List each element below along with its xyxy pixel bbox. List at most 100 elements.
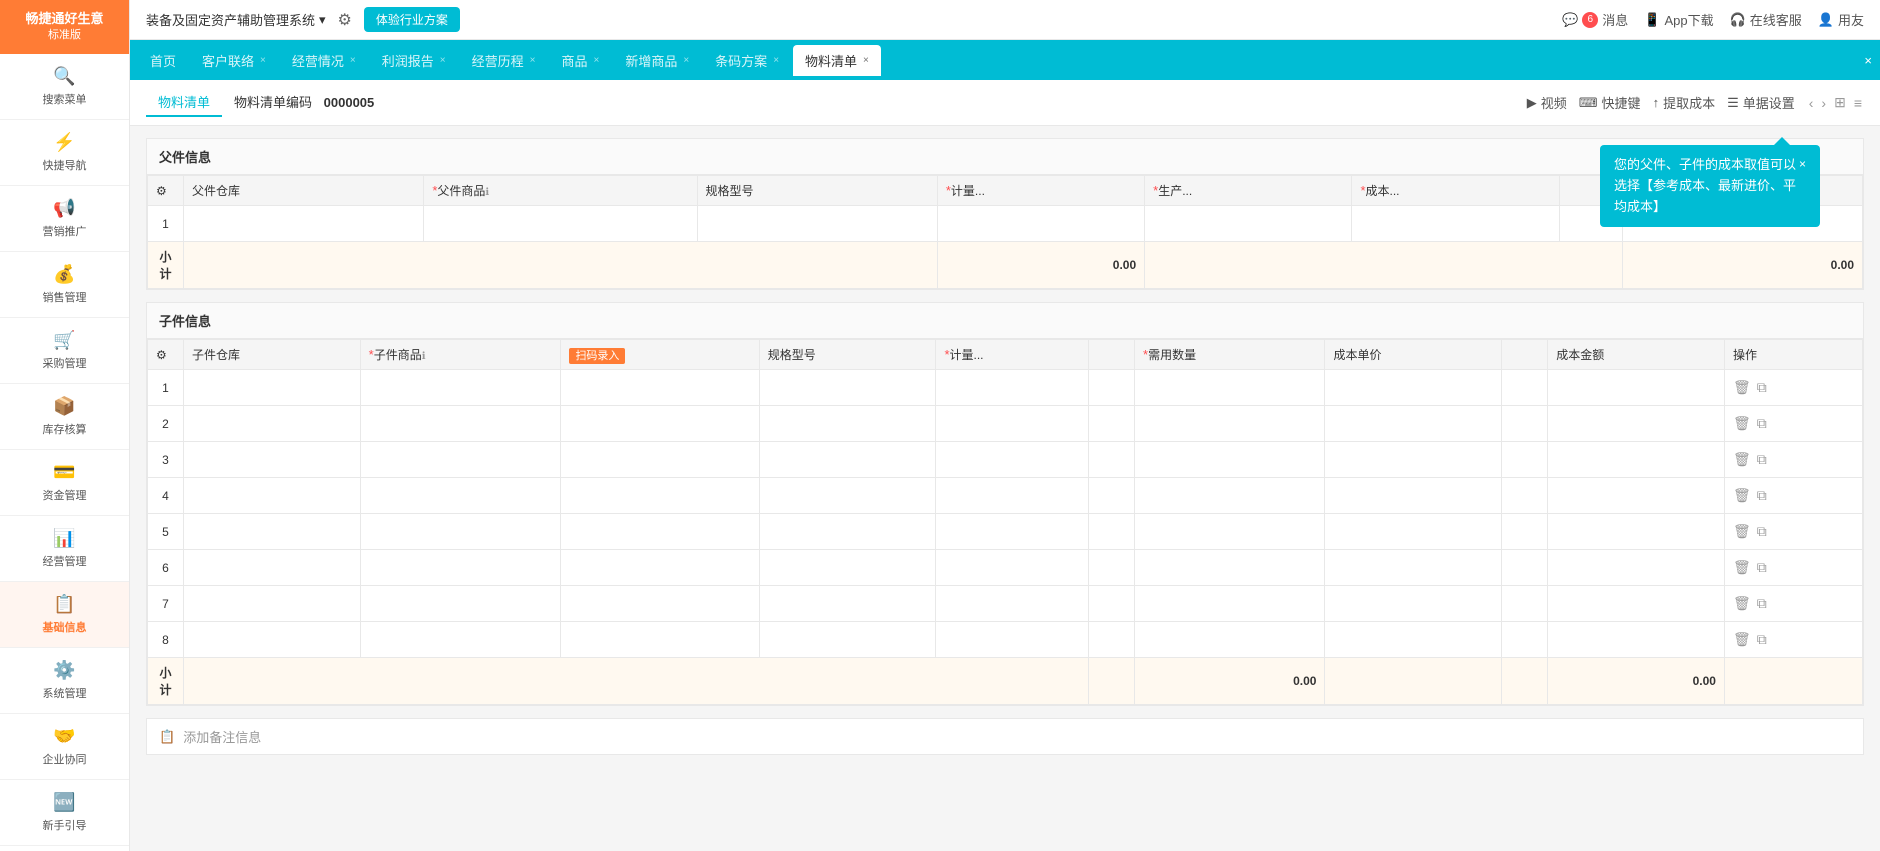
child-unit-3[interactable] — [936, 442, 1088, 478]
child-goods-6[interactable] — [360, 550, 561, 586]
child-unit-cost-4[interactable] — [1325, 478, 1502, 514]
extract-cost-action[interactable]: ↑ 提取成本 — [1653, 93, 1716, 112]
copy-icon-5[interactable]: ⧉ — [1757, 523, 1767, 540]
delete-icon-3[interactable]: 🗑 — [1733, 451, 1751, 468]
child-spec-3[interactable] — [759, 442, 936, 478]
child-goods-2[interactable] — [360, 406, 561, 442]
child-unit-cost-5[interactable] — [1325, 514, 1502, 550]
single-settings-action[interactable]: ☰ 单据设置 — [1727, 93, 1795, 112]
sidebar-item-basic-info[interactable]: 📋 基础信息 — [0, 582, 129, 648]
sidebar-item-marketing[interactable]: 📢 营销推广 — [0, 186, 129, 252]
delete-icon-8[interactable]: 🗑 — [1733, 631, 1751, 648]
child-goods-4[interactable] — [360, 478, 561, 514]
child-goods-8[interactable] — [360, 622, 561, 658]
online-service-button[interactable]: 🎧 在线客服 — [1730, 10, 1802, 29]
experience-button[interactable]: 体验行业方案 — [364, 7, 460, 32]
sidebar-item-quick-nav[interactable]: ⚡ 快捷导航 — [0, 120, 129, 186]
child-unit-cost-1[interactable] — [1325, 370, 1502, 406]
parent-goods-cell[interactable] — [424, 206, 697, 242]
child-quantity-2[interactable] — [1135, 406, 1325, 442]
child-goods-1[interactable] — [360, 370, 561, 406]
child-warehouse-7[interactable] — [184, 586, 361, 622]
tab-goods-close[interactable]: × — [593, 55, 599, 66]
child-spec-5[interactable] — [759, 514, 936, 550]
next-arrow[interactable]: › — [1819, 93, 1828, 113]
sidebar-item-finance[interactable]: 💳 资金管理 — [0, 450, 129, 516]
parent-spec-cell[interactable] — [697, 206, 937, 242]
child-spec-4[interactable] — [759, 478, 936, 514]
parent-production-cell[interactable] — [1145, 206, 1352, 242]
child-goods-5[interactable] — [360, 514, 561, 550]
system-selector[interactable]: 装备及固定资产辅助管理系统 ▾ — [146, 10, 326, 29]
child-unit-8[interactable] — [936, 622, 1088, 658]
tab-operations[interactable]: 经营情况 × — [280, 45, 368, 76]
tab-history[interactable]: 经营历程 × — [460, 45, 548, 76]
tooltip-close-button[interactable]: × — [1799, 155, 1806, 174]
child-warehouse-2[interactable] — [184, 406, 361, 442]
copy-icon-7[interactable]: ⧉ — [1757, 595, 1767, 612]
sidebar-item-purchase[interactable]: 🛒 采购管理 — [0, 318, 129, 384]
tab-new-goods[interactable]: 新增商品 × — [613, 45, 701, 76]
child-unit-cost-8[interactable] — [1325, 622, 1502, 658]
copy-icon-8[interactable]: ⧉ — [1757, 631, 1767, 648]
delete-icon-6[interactable]: 🗑 — [1733, 559, 1751, 576]
sidebar-item-system[interactable]: ⚙️ 系统管理 — [0, 648, 129, 714]
child-quantity-6[interactable] — [1135, 550, 1325, 586]
copy-icon-6[interactable]: ⧉ — [1757, 559, 1767, 576]
child-warehouse-3[interactable] — [184, 442, 361, 478]
sidebar-item-inventory[interactable]: 📦 库存核算 — [0, 384, 129, 450]
tab-new-goods-close[interactable]: × — [683, 55, 689, 66]
copy-icon-2[interactable]: ⧉ — [1757, 415, 1767, 432]
tab-bom-close[interactable]: × — [863, 55, 869, 66]
list-view-icon[interactable]: ≡ — [1852, 93, 1864, 113]
sidebar-item-operations[interactable]: 📊 经营管理 — [0, 516, 129, 582]
sidebar-item-guide[interactable]: 🆕 新手引导 — [0, 780, 129, 846]
child-spec-7[interactable] — [759, 586, 936, 622]
child-col-settings[interactable]: ⚙ — [148, 340, 184, 370]
child-unit-1[interactable] — [936, 370, 1088, 406]
child-unit-cost-3[interactable] — [1325, 442, 1502, 478]
tab-profit-close[interactable]: × — [440, 55, 446, 66]
child-quantity-5[interactable] — [1135, 514, 1325, 550]
child-warehouse-8[interactable] — [184, 622, 361, 658]
tab-bom[interactable]: 物料清单 × — [793, 45, 881, 76]
tab-barcode-close[interactable]: × — [773, 55, 779, 66]
child-unit-7[interactable] — [936, 586, 1088, 622]
tab-customer[interactable]: 客户联络 × — [190, 45, 278, 76]
sidebar-item-enterprise[interactable]: 🤝 企业协同 — [0, 714, 129, 780]
child-unit-4[interactable] — [936, 478, 1088, 514]
settings-icon[interactable]: ⚙ — [338, 10, 352, 30]
tab-customer-close[interactable]: × — [260, 55, 266, 66]
tab-bar-close[interactable]: × — [1864, 53, 1872, 68]
note-label[interactable]: 添加备注信息 — [183, 727, 261, 746]
child-spec-6[interactable] — [759, 550, 936, 586]
delete-icon-4[interactable]: 🗑 — [1733, 487, 1751, 504]
delete-icon-5[interactable]: 🗑 — [1733, 523, 1751, 540]
child-goods-7[interactable] — [360, 586, 561, 622]
sub-tab-bom-code[interactable]: 物料清单编码 0000005 — [222, 88, 386, 117]
shortcut-action[interactable]: ⌨ 快捷键 — [1579, 93, 1641, 112]
child-spec-2[interactable] — [759, 406, 936, 442]
prev-arrow[interactable]: ‹ — [1807, 93, 1816, 113]
child-unit-6[interactable] — [936, 550, 1088, 586]
child-quantity-3[interactable] — [1135, 442, 1325, 478]
tab-operations-close[interactable]: × — [350, 55, 356, 66]
tab-home[interactable]: 首页 — [138, 45, 188, 76]
delete-icon-7[interactable]: 🗑 — [1733, 595, 1751, 612]
child-quantity-4[interactable] — [1135, 478, 1325, 514]
child-spec-1[interactable] — [759, 370, 936, 406]
child-unit-cost-7[interactable] — [1325, 586, 1502, 622]
parent-cost-cell[interactable] — [1352, 206, 1559, 242]
delete-icon-2[interactable]: 🗑 — [1733, 415, 1751, 432]
parent-col-settings[interactable]: ⚙ — [148, 176, 184, 206]
video-action[interactable]: ▶ 视频 — [1527, 93, 1567, 112]
tab-goods[interactable]: 商品 × — [549, 45, 611, 76]
tab-barcode[interactable]: 条码方案 × — [703, 45, 791, 76]
child-warehouse-5[interactable] — [184, 514, 361, 550]
scan-button[interactable]: 扫码录入 — [569, 348, 625, 364]
tab-history-close[interactable]: × — [530, 55, 536, 66]
child-warehouse-6[interactable] — [184, 550, 361, 586]
child-col-scan[interactable]: 扫码录入 — [561, 340, 759, 370]
child-quantity-8[interactable] — [1135, 622, 1325, 658]
child-quantity-1[interactable] — [1135, 370, 1325, 406]
